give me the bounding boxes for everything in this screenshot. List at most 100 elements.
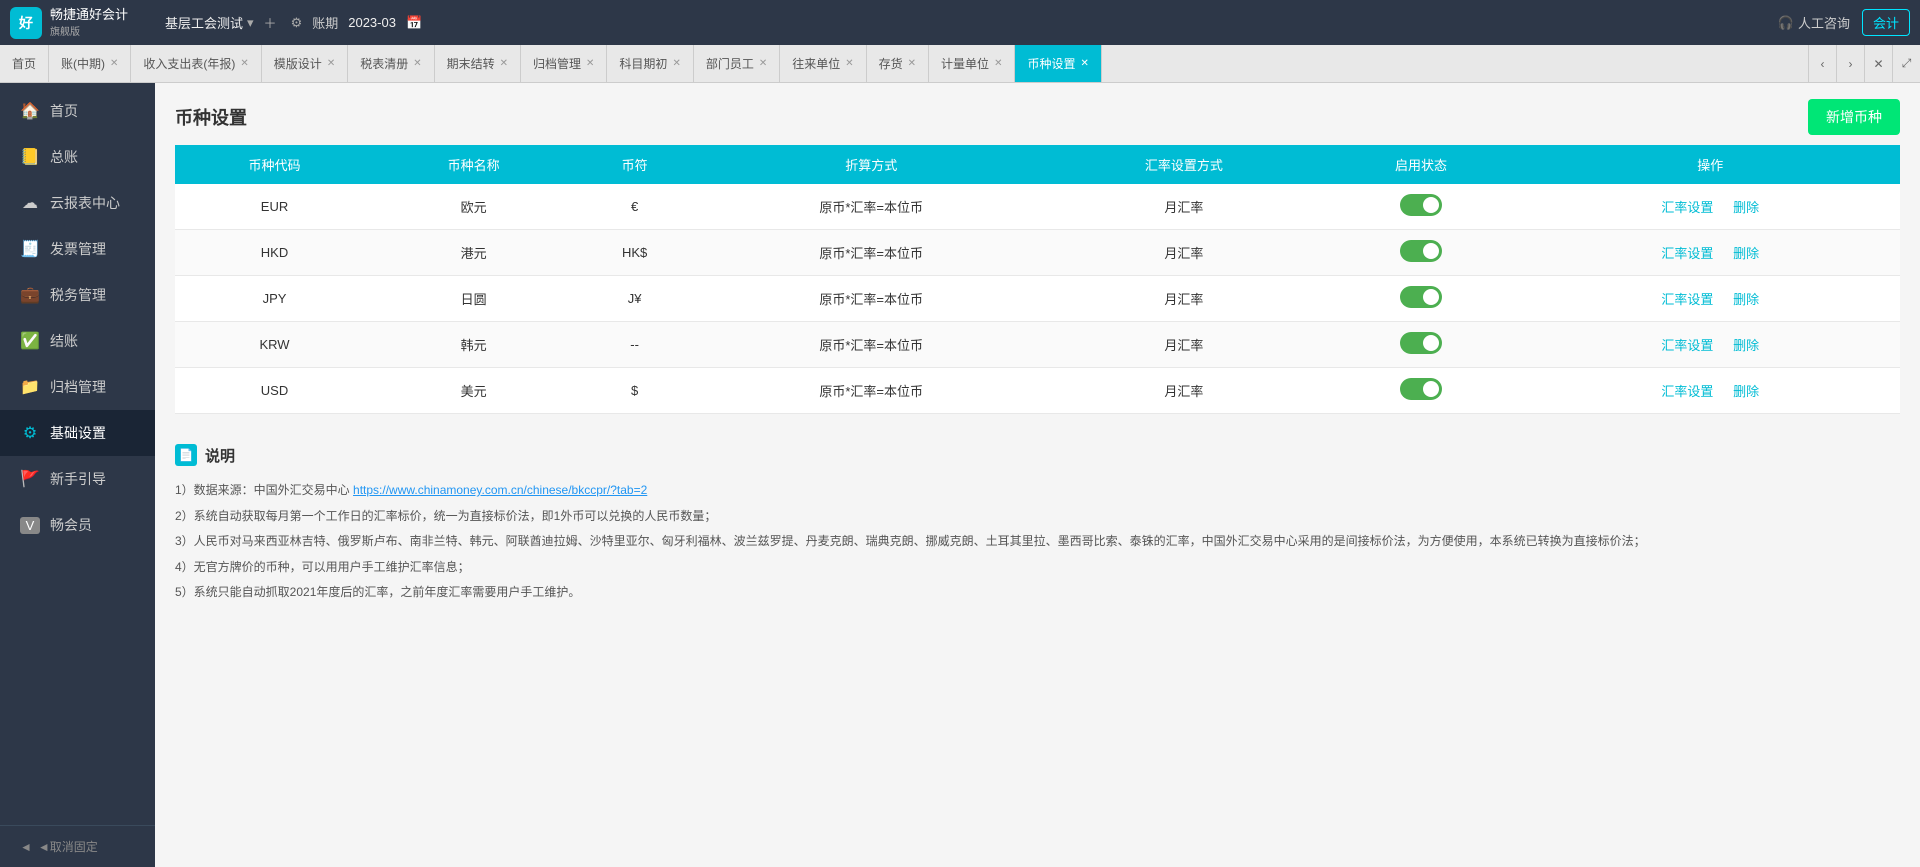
rate-setting-link-1[interactable]: 汇率设置 xyxy=(1661,246,1713,261)
tab-shouru[interactable]: 收入支出表(年报) ✕ xyxy=(131,45,261,82)
enabled-toggle-2[interactable] xyxy=(1400,286,1442,308)
rate-setting-link-4[interactable]: 汇率设置 xyxy=(1661,384,1713,399)
rate-setting-link-3[interactable]: 汇率设置 xyxy=(1661,338,1713,353)
cell-symbol-2: J¥ xyxy=(573,276,696,322)
cell-symbol-1: HK$ xyxy=(573,230,696,276)
sidebar-label-basic-settings: 基础设置 xyxy=(50,423,106,443)
tab-qimo[interactable]: 期末结转 ✕ xyxy=(435,45,521,82)
cell-toggle-0[interactable] xyxy=(1321,184,1520,230)
delete-link-0[interactable]: 删除 xyxy=(1733,200,1759,215)
cell-name-2: 日圆 xyxy=(374,276,573,322)
chevron-down-icon[interactable]: ▾ xyxy=(247,15,254,31)
page-title: 币种设置 xyxy=(175,104,247,130)
tab-bizhong[interactable]: 币种设置 ✕ xyxy=(1015,45,1101,82)
cell-method-3: 原币*汇率=本位币 xyxy=(696,322,1046,368)
logo-area: 好 畅捷通好会计 旗舰版 xyxy=(10,7,165,39)
tab-home[interactable]: 首页 xyxy=(0,45,49,82)
tab-guidang[interactable]: 归档管理 ✕ xyxy=(521,45,607,82)
tab-close-all-button[interactable]: ✕ xyxy=(1864,45,1892,83)
enabled-toggle-1[interactable] xyxy=(1400,240,1442,262)
tab-jiliang[interactable]: 计量单位 ✕ xyxy=(929,45,1015,82)
cell-code-2: JPY xyxy=(175,276,374,322)
cell-method-1: 原币*汇率=本位币 xyxy=(696,230,1046,276)
tab-bumen[interactable]: 部门员工 ✕ xyxy=(694,45,780,82)
sidebar-item-general-ledger[interactable]: 📒 总账 xyxy=(0,134,155,180)
enabled-toggle-3[interactable] xyxy=(1400,332,1442,354)
enabled-toggle-4[interactable] xyxy=(1400,378,1442,400)
sidebar-item-home[interactable]: 🏠 首页 xyxy=(0,88,155,134)
tab-next-button[interactable]: › xyxy=(1836,45,1864,83)
sidebar-item-basic-settings[interactable]: ⚙ 基础设置 xyxy=(0,410,155,456)
cell-actions-2: 汇率设置 删除 xyxy=(1521,276,1900,322)
tab-moban-close[interactable]: ✕ xyxy=(327,58,335,69)
calendar-icon[interactable]: 📅 xyxy=(406,15,422,31)
cell-code-4: USD xyxy=(175,368,374,414)
cell-rate-type-4: 月汇率 xyxy=(1046,368,1321,414)
cell-name-0: 欧元 xyxy=(374,184,573,230)
org-selector[interactable]: 基层工会测试 ▾ xyxy=(165,13,254,32)
tab-nav-buttons: ‹ › ✕ ⤢ xyxy=(1808,45,1920,82)
tab-kemu-close[interactable]: ✕ xyxy=(672,58,680,69)
delete-link-4[interactable]: 删除 xyxy=(1733,384,1759,399)
sidebar-item-invoice[interactable]: 🧾 发票管理 xyxy=(0,226,155,272)
tax-icon: 💼 xyxy=(20,285,40,305)
delete-link-2[interactable]: 删除 xyxy=(1733,292,1759,307)
period-value: 2023-03 xyxy=(348,15,396,30)
sidebar-item-member[interactable]: V 畅会员 xyxy=(0,502,155,548)
tab-qimo-close[interactable]: ✕ xyxy=(500,58,508,69)
sidebar-item-checkout[interactable]: ✅ 结账 xyxy=(0,318,155,364)
tab-prev-button[interactable]: ‹ xyxy=(1808,45,1836,83)
tab-bumen-close[interactable]: ✕ xyxy=(759,58,767,69)
delete-link-3[interactable]: 删除 xyxy=(1733,338,1759,353)
tab-guidang-close[interactable]: ✕ xyxy=(586,58,594,69)
tab-shuibiao-close[interactable]: ✕ xyxy=(413,58,421,69)
tab-wanglai[interactable]: 往来单位 ✕ xyxy=(780,45,866,82)
rate-setting-link-0[interactable]: 汇率设置 xyxy=(1661,200,1713,215)
tab-cunhuo[interactable]: 存货 ✕ xyxy=(867,45,929,82)
cell-toggle-2[interactable] xyxy=(1321,276,1520,322)
tab-shuibiao-label: 税表清册 xyxy=(360,55,408,72)
consult-button[interactable]: 🎧 人工咨询 xyxy=(1778,13,1850,32)
sidebar-item-tax[interactable]: 💼 税务管理 xyxy=(0,272,155,318)
rate-setting-link-2[interactable]: 汇率设置 xyxy=(1661,292,1713,307)
tab-zhangzhongqi-close[interactable]: ✕ xyxy=(110,58,118,69)
col-header-name: 币种名称 xyxy=(374,145,573,184)
enabled-toggle-0[interactable] xyxy=(1400,194,1442,216)
tab-expand-button[interactable]: ⤢ xyxy=(1892,45,1920,83)
kuaiji-button[interactable]: 会计 xyxy=(1862,9,1910,36)
cell-actions-3: 汇率设置 删除 xyxy=(1521,322,1900,368)
sidebar-item-cloud-report[interactable]: ☁ 云报表中心 xyxy=(0,180,155,226)
tab-kemu[interactable]: 科目期初 ✕ xyxy=(607,45,693,82)
sidebar-item-guide[interactable]: 🚩 新手引导 xyxy=(0,456,155,502)
tab-wanglai-close[interactable]: ✕ xyxy=(845,58,853,69)
cell-code-3: KRW xyxy=(175,322,374,368)
notes-link[interactable]: https://www.chinamoney.com.cn/chinese/bk… xyxy=(353,483,647,497)
collapse-label: ◄取消固定 xyxy=(38,838,98,855)
note-4: 4）无官方牌价的币种，可以用用户手工维护汇率信息； xyxy=(175,555,1900,581)
settings-icon[interactable]: ⚙ xyxy=(291,15,303,31)
sidebar-label-tax: 税务管理 xyxy=(50,285,106,305)
add-icon[interactable]: ＋ xyxy=(264,13,277,32)
tab-shouru-close[interactable]: ✕ xyxy=(240,58,248,69)
cell-toggle-3[interactable] xyxy=(1321,322,1520,368)
tab-zhangzhongqi[interactable]: 账(中期) ✕ xyxy=(49,45,131,82)
sidebar-collapse-button[interactable]: ◄ ◄取消固定 xyxy=(0,825,155,867)
sidebar-item-archive[interactable]: 📁 归档管理 xyxy=(0,364,155,410)
cell-toggle-4[interactable] xyxy=(1321,368,1520,414)
tab-bizhong-close[interactable]: ✕ xyxy=(1080,58,1088,69)
archive-icon: 📁 xyxy=(20,377,40,397)
cell-toggle-1[interactable] xyxy=(1321,230,1520,276)
tab-shuibiao[interactable]: 税表清册 ✕ xyxy=(348,45,434,82)
new-currency-button[interactable]: 新增币种 xyxy=(1808,99,1900,135)
tab-jiliang-close[interactable]: ✕ xyxy=(994,58,1002,69)
col-header-method: 折算方式 xyxy=(696,145,1046,184)
tab-cunhuo-close[interactable]: ✕ xyxy=(908,58,916,69)
delete-link-1[interactable]: 删除 xyxy=(1733,246,1759,261)
sidebar-label-checkout: 结账 xyxy=(50,331,78,351)
sidebar-label-member: 畅会员 xyxy=(50,515,92,535)
tab-moban[interactable]: 模版设计 ✕ xyxy=(262,45,348,82)
note-5: 5）系统只能自动抓取2021年度后的汇率，之前年度汇率需要用户手工维护。 xyxy=(175,580,1900,606)
cell-actions-4: 汇率设置 删除 xyxy=(1521,368,1900,414)
note-2: 2）系统自动获取每月第一个工作日的汇率标价，统一为直接标价法，即1外币可以兑换的… xyxy=(175,504,1900,530)
cell-name-1: 港元 xyxy=(374,230,573,276)
